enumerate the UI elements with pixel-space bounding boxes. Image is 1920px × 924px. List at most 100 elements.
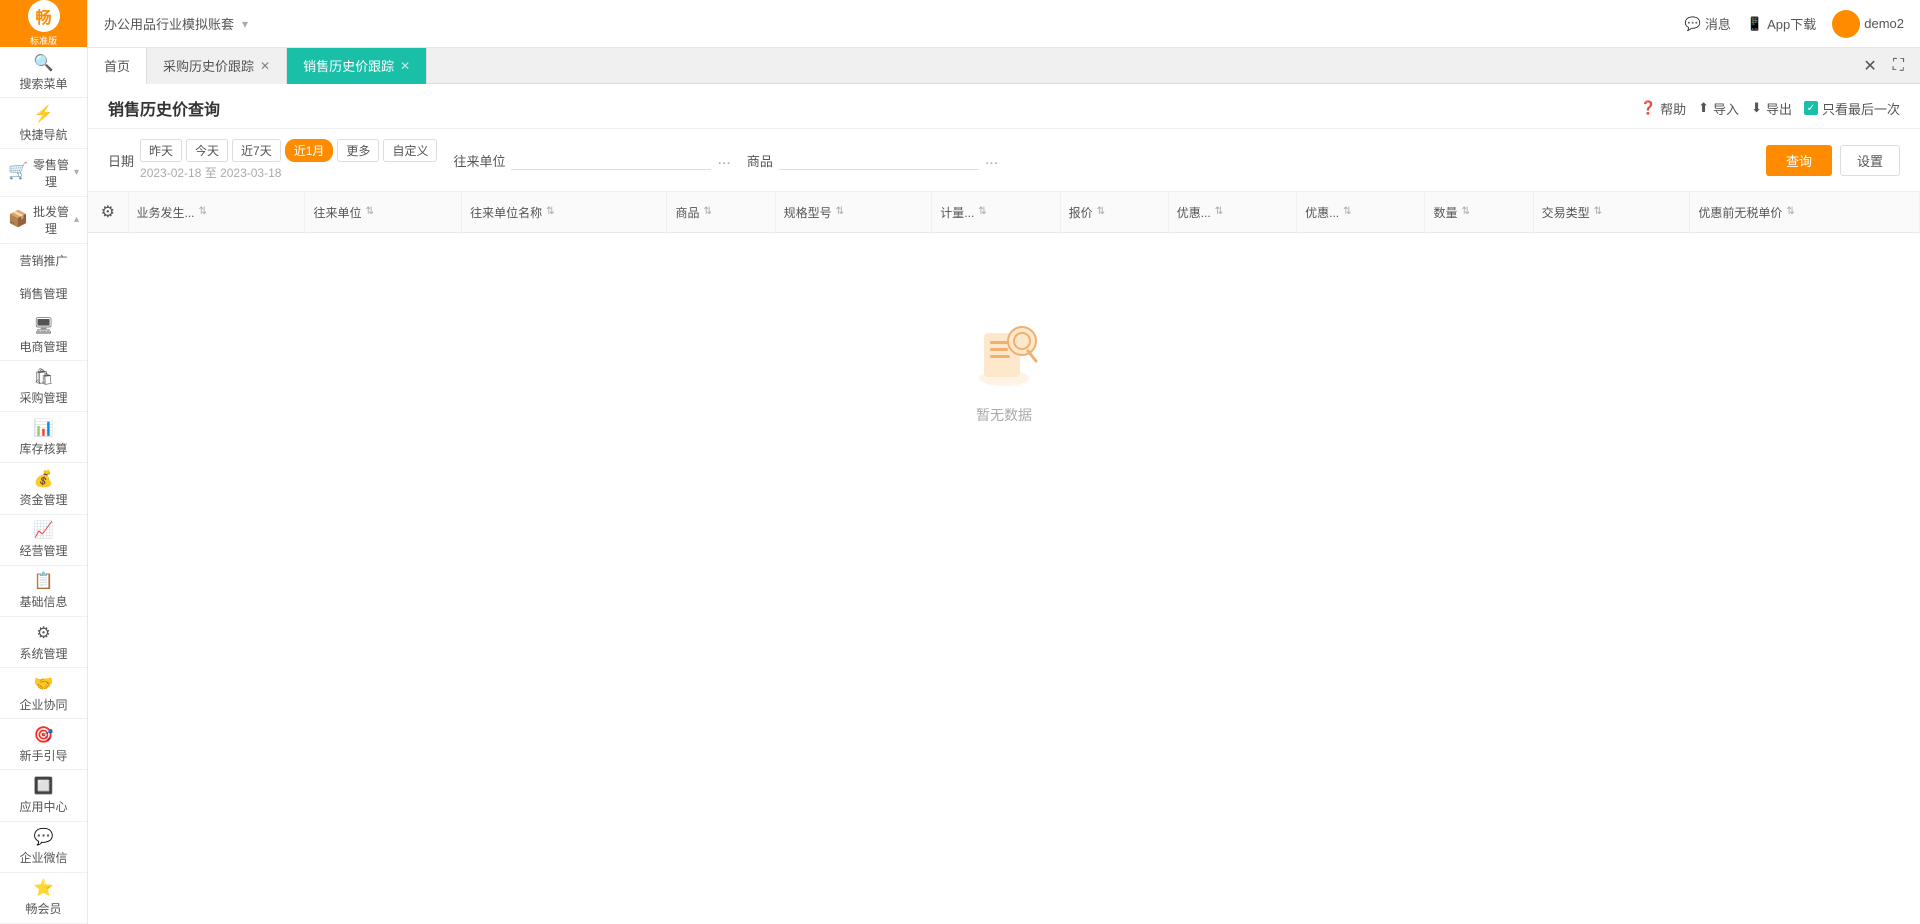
- col-pretax-price-sort[interactable]: 优惠前无税单价 ⇅: [1698, 204, 1911, 221]
- tab-purchase-close-icon[interactable]: ✕: [260, 59, 270, 73]
- sidebar-item-member[interactable]: ⭐ 畅会员: [0, 873, 87, 924]
- col-trade-type[interactable]: 交易类型 ⇅: [1533, 192, 1690, 233]
- quicknav-icon: ⚡: [34, 104, 54, 124]
- col-biz-date[interactable]: 业务发生... ⇅: [128, 192, 305, 233]
- sidebar-item-wholesale[interactable]: 📦 批发管理 ▴: [0, 197, 87, 244]
- col-quantity-sort-icon: ⇅: [1462, 207, 1470, 217]
- sidebar-item-wechat[interactable]: 💬 企业微信: [0, 822, 87, 873]
- col-trade-type-sort[interactable]: 交易类型 ⇅: [1542, 204, 1682, 221]
- col-counterpart-name-sort-icon: ⇅: [546, 207, 554, 217]
- sidebar-item-marketing[interactable]: 营销推广: [0, 244, 87, 277]
- col-discount2[interactable]: 优惠... ⇅: [1297, 192, 1425, 233]
- last-only-checkbox[interactable]: [1804, 101, 1818, 115]
- sidebar-item-finance[interactable]: 💰 资金管理: [0, 463, 87, 514]
- date-btn-more[interactable]: 更多: [337, 139, 379, 162]
- logo-text: 标准版: [30, 34, 57, 47]
- col-biz-date-sort[interactable]: 业务发生... ⇅: [137, 204, 297, 221]
- main-area: 办公用品行业模拟账套 ▾ 💬 消息 📱 App下载 demo2 首页 采购历史价…: [88, 0, 1920, 924]
- col-counterpart-name[interactable]: 往来单位名称 ⇅: [462, 192, 667, 233]
- col-unit[interactable]: 计量... ⇅: [932, 192, 1060, 233]
- filter-settings-button[interactable]: 设置: [1840, 145, 1900, 176]
- query-button[interactable]: 查询: [1766, 145, 1832, 176]
- help-icon: ❓: [1640, 100, 1656, 116]
- empty-state: 暂无数据: [88, 233, 1920, 505]
- app-dropdown-arrow[interactable]: ▾: [242, 17, 248, 31]
- import-button[interactable]: ⬆ 导入: [1698, 99, 1739, 118]
- sidebar-item-guide[interactable]: 🎯 新手引导: [0, 719, 87, 770]
- col-quantity[interactable]: 数量 ⇅: [1425, 192, 1533, 233]
- tab-close-all-button[interactable]: ✕: [1859, 52, 1880, 80]
- tab-home[interactable]: 首页: [88, 48, 147, 84]
- col-discount1-sort[interactable]: 优惠... ⇅: [1177, 204, 1288, 221]
- sidebar-item-sales-mgmt[interactable]: 销售管理: [0, 277, 87, 310]
- tab-maximize-button[interactable]: ⛶: [1889, 53, 1908, 79]
- sidebar-item-search[interactable]: 🔍 搜索菜单: [0, 47, 87, 98]
- app-logo[interactable]: 畅 标准版: [0, 0, 87, 47]
- date-btn-1month[interactable]: 近1月: [285, 139, 334, 162]
- col-discount1-sort-icon: ⇅: [1215, 207, 1223, 217]
- tab-sales-close-icon[interactable]: ✕: [400, 59, 410, 73]
- date-btn-yesterday[interactable]: 昨天: [140, 139, 182, 162]
- col-counterpart-code[interactable]: 往来单位 ⇅: [305, 192, 462, 233]
- col-counterpart-code-sort[interactable]: 往来单位 ⇅: [313, 204, 453, 221]
- user-profile[interactable]: demo2: [1832, 10, 1904, 38]
- last-only-checkbox-container[interactable]: 只看最后一次: [1804, 99, 1900, 118]
- col-quote-sort[interactable]: 报价 ⇅: [1069, 204, 1160, 221]
- date-btn-today[interactable]: 今天: [186, 139, 228, 162]
- table-settings-icon[interactable]: ⚙: [101, 204, 115, 221]
- goods-input[interactable]: [779, 150, 979, 170]
- goods-picker-icon[interactable]: ...: [985, 151, 998, 169]
- export-button[interactable]: ⬇ 导出: [1751, 99, 1792, 118]
- sidebar-item-retail[interactable]: 🛒 零售管理 ▾: [0, 149, 87, 196]
- col-goods-sort-icon: ⇅: [703, 207, 711, 217]
- date-range-display: 2023-02-18 至 2023-03-18: [140, 164, 437, 181]
- app-download-label: App下载: [1767, 14, 1816, 33]
- app-download-button[interactable]: 📱 App下载: [1747, 14, 1816, 33]
- col-quantity-sort[interactable]: 数量 ⇅: [1433, 204, 1524, 221]
- tab-purchase-label: 采购历史价跟踪: [163, 56, 254, 75]
- counterpart-input[interactable]: [511, 150, 711, 170]
- col-quote[interactable]: 报价 ⇅: [1060, 192, 1168, 233]
- sidebar-label-basic-info: 基础信息: [19, 593, 67, 610]
- sidebar-label-finance: 资金管理: [19, 491, 67, 508]
- tab-sales-label: 销售历史价跟踪: [303, 56, 394, 75]
- col-goods-sort[interactable]: 商品 ⇅: [675, 204, 766, 221]
- retail-arrow-icon: ▾: [74, 167, 79, 178]
- message-label: 消息: [1705, 14, 1731, 33]
- goods-input-group: ...: [779, 150, 998, 170]
- help-button[interactable]: ❓ 帮助: [1640, 99, 1686, 118]
- col-discount1[interactable]: 优惠... ⇅: [1168, 192, 1296, 233]
- sidebar-item-enterprise[interactable]: 🤝 企业协同: [0, 668, 87, 719]
- tab-purchase[interactable]: 采购历史价跟踪 ✕: [147, 48, 287, 84]
- sidebar-item-appstore[interactable]: 🔲 应用中心: [0, 770, 87, 821]
- message-button[interactable]: 💬 消息: [1685, 14, 1731, 33]
- sidebar-item-system[interactable]: ⚙ 系统管理: [0, 617, 87, 668]
- sidebar-item-inventory[interactable]: 📊 库存核算: [0, 412, 87, 463]
- tab-sales[interactable]: 销售历史价跟踪 ✕: [287, 48, 427, 84]
- app-title: 办公用品行业模拟账套: [104, 14, 234, 33]
- sidebar-item-basic-info[interactable]: 📋 基础信息: [0, 566, 87, 617]
- col-goods[interactable]: 商品 ⇅: [667, 192, 775, 233]
- sidebar-label-wholesale: 批发管理: [28, 203, 74, 237]
- col-counterpart-code-sort-icon: ⇅: [365, 207, 373, 217]
- date-btn-custom[interactable]: 自定义: [383, 139, 437, 162]
- col-counterpart-name-sort[interactable]: 往来单位名称 ⇅: [470, 204, 658, 221]
- goods-filter: 商品 ...: [747, 150, 998, 170]
- col-pretax-price[interactable]: 优惠前无税单价 ⇅: [1690, 192, 1920, 233]
- user-avatar: [1832, 10, 1860, 38]
- col-spec[interactable]: 规格型号 ⇅: [775, 192, 932, 233]
- counterpart-picker-icon[interactable]: ...: [717, 151, 730, 169]
- col-spec-sort[interactable]: 规格型号 ⇅: [784, 204, 924, 221]
- sidebar-item-quicknav[interactable]: ⚡ 快捷导航: [0, 98, 87, 149]
- sidebar-label-appstore: 应用中心: [19, 798, 67, 815]
- col-discount2-sort[interactable]: 优惠... ⇅: [1305, 204, 1416, 221]
- date-filter: 日期 昨天 今天 近7天 近1月 更多 自定义 2023-02-18 至 202…: [108, 139, 437, 181]
- sidebar-item-operations[interactable]: 📈 经营管理: [0, 515, 87, 566]
- sidebar-item-purchase-mgmt[interactable]: 🛍 采购管理: [0, 361, 87, 412]
- date-btn-7days[interactable]: 近7天: [232, 139, 281, 162]
- table-container: ⚙ 业务发生... ⇅ 往来单位 ⇅: [88, 192, 1920, 505]
- col-unit-sort[interactable]: 计量... ⇅: [940, 204, 1051, 221]
- guide-icon: 🎯: [34, 725, 54, 745]
- col-quote-sort-icon: ⇅: [1097, 207, 1105, 217]
- sidebar-item-ecommerce[interactable]: 🖥 电商管理: [0, 310, 87, 361]
